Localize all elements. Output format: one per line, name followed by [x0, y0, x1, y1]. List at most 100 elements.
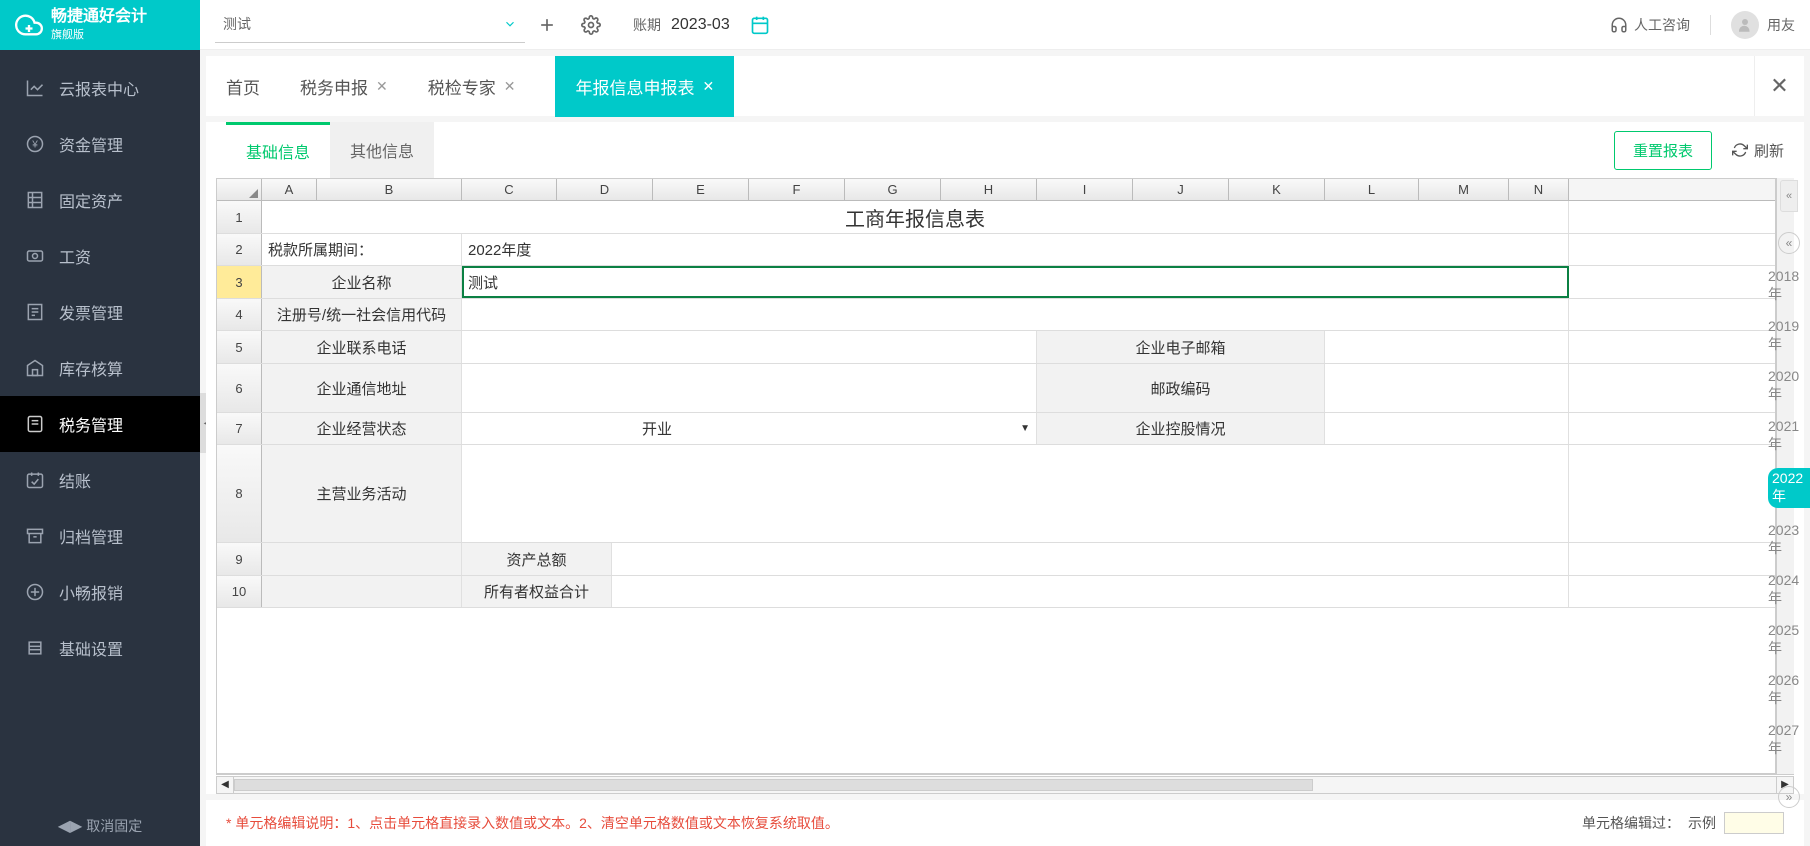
row-header-7[interactable]: 7 [217, 413, 262, 444]
row-header-3[interactable]: 3 [217, 266, 262, 298]
gear-icon[interactable] [581, 15, 601, 35]
sidebar-item-fixed-assets[interactable]: 固定资产 [0, 172, 200, 228]
col-header-B[interactable]: B [317, 179, 462, 200]
row-header-1[interactable]: 1 [217, 201, 262, 233]
col-header-E[interactable]: E [653, 179, 749, 200]
col-header-F[interactable]: F [749, 179, 845, 200]
sidebar-item-invoice-mgmt[interactable]: 发票管理 [0, 284, 200, 340]
sheet-corner[interactable] [217, 179, 262, 200]
calendar-icon[interactable] [750, 15, 770, 35]
col-header-L[interactable]: L [1325, 179, 1419, 200]
close-all-tabs[interactable]: ✕ [1754, 56, 1804, 116]
sidebar-item-xiaochang[interactable]: 小畅报销 [0, 564, 200, 620]
subtab-basic[interactable]: 基础信息 [226, 122, 330, 178]
consult-link[interactable]: 人工咨询 [1610, 15, 1690, 35]
reset-report-button[interactable]: 重置报表 [1614, 131, 1712, 170]
address-cell[interactable] [462, 364, 1037, 412]
col-header-C[interactable]: C [462, 179, 557, 200]
zip-cell[interactable] [1325, 364, 1569, 412]
row-header-2[interactable]: 2 [217, 234, 262, 265]
sidebar-item-closing[interactable]: 结账 [0, 452, 200, 508]
col-header-M[interactable]: M [1419, 179, 1509, 200]
sidebar-item-fund-mgmt[interactable]: ¥资金管理 [0, 116, 200, 172]
year-2022年[interactable]: 2022年 [1768, 468, 1810, 508]
col-header-N[interactable]: N [1509, 179, 1569, 200]
total-assets-label: 资产总额 [462, 543, 612, 575]
sidebar-item-label: 工资 [59, 244, 91, 268]
row-header-6[interactable]: 6 [217, 364, 262, 412]
col-header-I[interactable]: I [1037, 179, 1133, 200]
basic-settings-icon [25, 638, 45, 658]
edit-instruction: * 单元格编辑说明：1、点击单元格直接录入数值或文本。2、清空单元格数值或文本恢… [226, 813, 839, 833]
year-2019年[interactable]: 2019年 [1768, 318, 1810, 354]
col-header-K[interactable]: K [1229, 179, 1325, 200]
fixed-assets-icon [25, 190, 45, 210]
status-dropdown[interactable]: 开业▼ [462, 413, 1037, 444]
user-menu[interactable]: 用友 [1731, 11, 1795, 39]
col-header-H[interactable]: H [941, 179, 1037, 200]
close-icon[interactable]: ✕ [702, 78, 714, 95]
avatar [1731, 11, 1759, 39]
sidebar-item-tax-mgmt[interactable]: 税务管理 [0, 396, 200, 452]
plus-icon[interactable] [537, 15, 557, 35]
year-2026年[interactable]: 2026年 [1768, 672, 1810, 708]
tab-home[interactable]: 首页 [226, 74, 260, 99]
subtab-other[interactable]: 其他信息 [330, 122, 434, 178]
tab-label: 税检专家 [428, 74, 496, 99]
tab-tax-check[interactable]: 税检专家 ✕ [428, 74, 516, 99]
sidebar-item-label: 云报表中心 [59, 76, 139, 100]
salary-icon [25, 246, 45, 266]
row-header-9[interactable]: 9 [217, 543, 262, 575]
year-2025年[interactable]: 2025年 [1768, 622, 1810, 658]
phone-cell[interactable] [462, 331, 1037, 363]
company-name-cell[interactable]: 测试 [462, 266, 1569, 298]
row-header-4[interactable]: 4 [217, 299, 262, 330]
col-header-A[interactable]: A [262, 179, 317, 200]
year-rail-down[interactable]: » [1778, 786, 1800, 808]
close-icon[interactable]: ✕ [504, 78, 516, 95]
sidebar-item-salary[interactable]: 工资 [0, 228, 200, 284]
year-2027年[interactable]: 2027年 [1768, 722, 1810, 758]
year-2020年[interactable]: 2020年 [1768, 368, 1810, 404]
sidebar-item-archive[interactable]: 归档管理 [0, 508, 200, 564]
row-header-10[interactable]: 10 [217, 576, 262, 607]
row-header-5[interactable]: 5 [217, 331, 262, 363]
reg-code-cell[interactable] [462, 299, 1569, 330]
main-biz-label: 主营业务活动 [262, 445, 462, 542]
sidebar-item-basic-settings[interactable]: 基础设置 [0, 620, 200, 676]
main-biz-cell[interactable] [462, 445, 1569, 542]
col-header-G[interactable]: G [845, 179, 941, 200]
year-rail-collapse[interactable]: « [1780, 180, 1798, 212]
year-2021年[interactable]: 2021年 [1768, 418, 1810, 454]
col-header-J[interactable]: J [1133, 179, 1229, 200]
year-2023年[interactable]: 2023年 [1768, 522, 1810, 558]
edited-label: 单元格编辑过： [1582, 813, 1680, 833]
chevron-down-icon: ▼ [1020, 423, 1030, 434]
email-label: 企业电子邮箱 [1037, 331, 1325, 363]
year-2018年[interactable]: 2018年 [1768, 268, 1810, 304]
refresh-button[interactable]: 刷新 [1732, 140, 1784, 161]
holding-label: 企业控股情况 [1037, 413, 1325, 444]
sidebar-item-inventory[interactable]: 库存核算 [0, 340, 200, 396]
col-header-D[interactable]: D [557, 179, 653, 200]
sidebar-item-report-center[interactable]: 云报表中心 [0, 60, 200, 116]
logo-area: 畅捷通好会计 旗舰版 [0, 0, 200, 50]
horizontal-scrollbar[interactable]: ◀ ▶ [216, 774, 1794, 794]
year-2024年[interactable]: 2024年 [1768, 572, 1810, 608]
row-header-8[interactable]: 8 [217, 445, 262, 542]
sample-label: 示例 [1688, 813, 1716, 833]
equity-cell[interactable] [612, 576, 1569, 607]
close-icon[interactable]: ✕ [376, 78, 388, 95]
year-rail-up[interactable]: « [1778, 232, 1800, 254]
email-cell[interactable] [1325, 331, 1569, 363]
spreadsheet[interactable]: ABCDEFGHIJKLMN 1工商年报信息表2税款所属期间：2022年度3企业… [216, 178, 1776, 774]
total-assets-cell[interactable] [612, 543, 1569, 575]
tab-annual-report[interactable]: 年报信息申报表✕ [555, 56, 734, 117]
holding-cell[interactable] [1325, 413, 1569, 444]
tab-tax-declare[interactable]: 税务申报✕ [300, 74, 388, 99]
scroll-left-icon[interactable]: ◀ [216, 776, 234, 794]
period-belong-value[interactable]: 2022年度 [462, 234, 1569, 265]
sidebar-unpin[interactable]: ◀▶取消固定 [0, 816, 200, 836]
cloud-logo-icon [15, 11, 43, 39]
company-selector[interactable]: 测试 [215, 7, 525, 43]
